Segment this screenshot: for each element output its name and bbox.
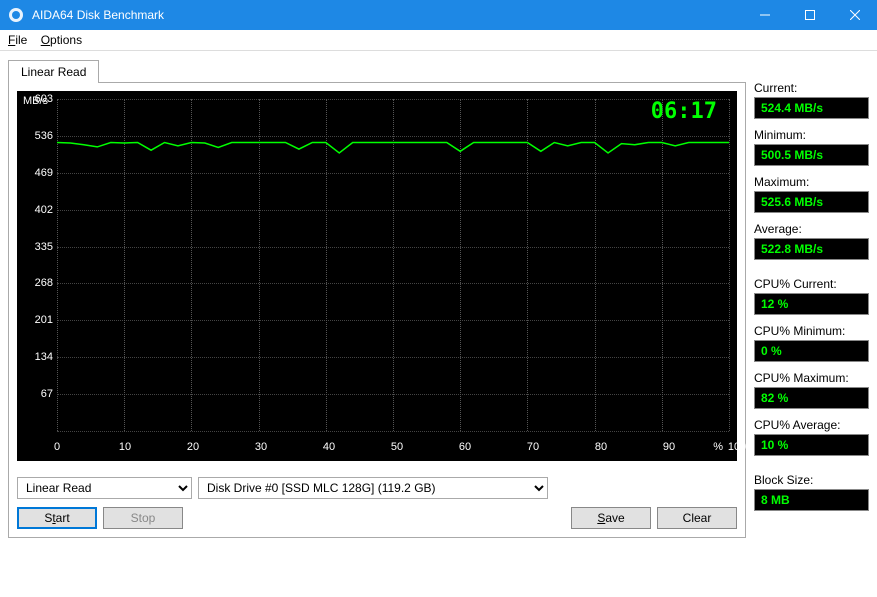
stop-button: Stop (103, 507, 183, 529)
test-type-select[interactable]: Linear Read (17, 477, 192, 499)
cpu-average-value: 10 % (754, 434, 869, 456)
throughput-chart: MB/s 06:17 % 67134201268335402469536603 … (17, 91, 737, 461)
current-value: 524.4 MB/s (754, 97, 869, 119)
block-size-value: 8 MB (754, 489, 869, 511)
minimize-button[interactable] (742, 0, 787, 30)
cpu-average-label: CPU% Average: (754, 418, 869, 432)
start-button[interactable]: Start (17, 507, 97, 529)
tab-linear-read[interactable]: Linear Read (8, 60, 99, 83)
average-label: Average: (754, 222, 869, 236)
cpu-maximum-value: 82 % (754, 387, 869, 409)
cpu-current-value: 12 % (754, 293, 869, 315)
average-value: 522.8 MB/s (754, 238, 869, 260)
maximum-label: Maximum: (754, 175, 869, 189)
maximize-button[interactable] (787, 0, 832, 30)
maximum-value: 525.6 MB/s (754, 191, 869, 213)
window-title: AIDA64 Disk Benchmark (32, 8, 742, 22)
save-button[interactable]: Save (571, 507, 651, 529)
minimum-value: 500.5 MB/s (754, 144, 869, 166)
cpu-maximum-label: CPU% Maximum: (754, 371, 869, 385)
menubar: File Options (0, 30, 877, 51)
clear-button[interactable]: Clear (657, 507, 737, 529)
block-size-label: Block Size: (754, 473, 869, 487)
close-button[interactable] (832, 0, 877, 30)
minimum-label: Minimum: (754, 128, 869, 142)
menu-options[interactable]: Options (41, 33, 82, 47)
cpu-minimum-value: 0 % (754, 340, 869, 362)
cpu-minimum-label: CPU% Minimum: (754, 324, 869, 338)
cpu-current-label: CPU% Current: (754, 277, 869, 291)
x-axis-unit: % (713, 441, 723, 453)
current-label: Current: (754, 81, 869, 95)
app-icon (8, 7, 24, 23)
drive-select[interactable]: Disk Drive #0 [SSD MLC 128G] (119.2 GB) (198, 477, 548, 499)
chart-container: MB/s 06:17 % 67134201268335402469536603 … (8, 82, 746, 538)
menu-file[interactable]: File (8, 33, 27, 47)
stats-panel: Current: 524.4 MB/s Minimum: 500.5 MB/s Ma… (754, 59, 869, 538)
titlebar: AIDA64 Disk Benchmark (0, 0, 877, 30)
